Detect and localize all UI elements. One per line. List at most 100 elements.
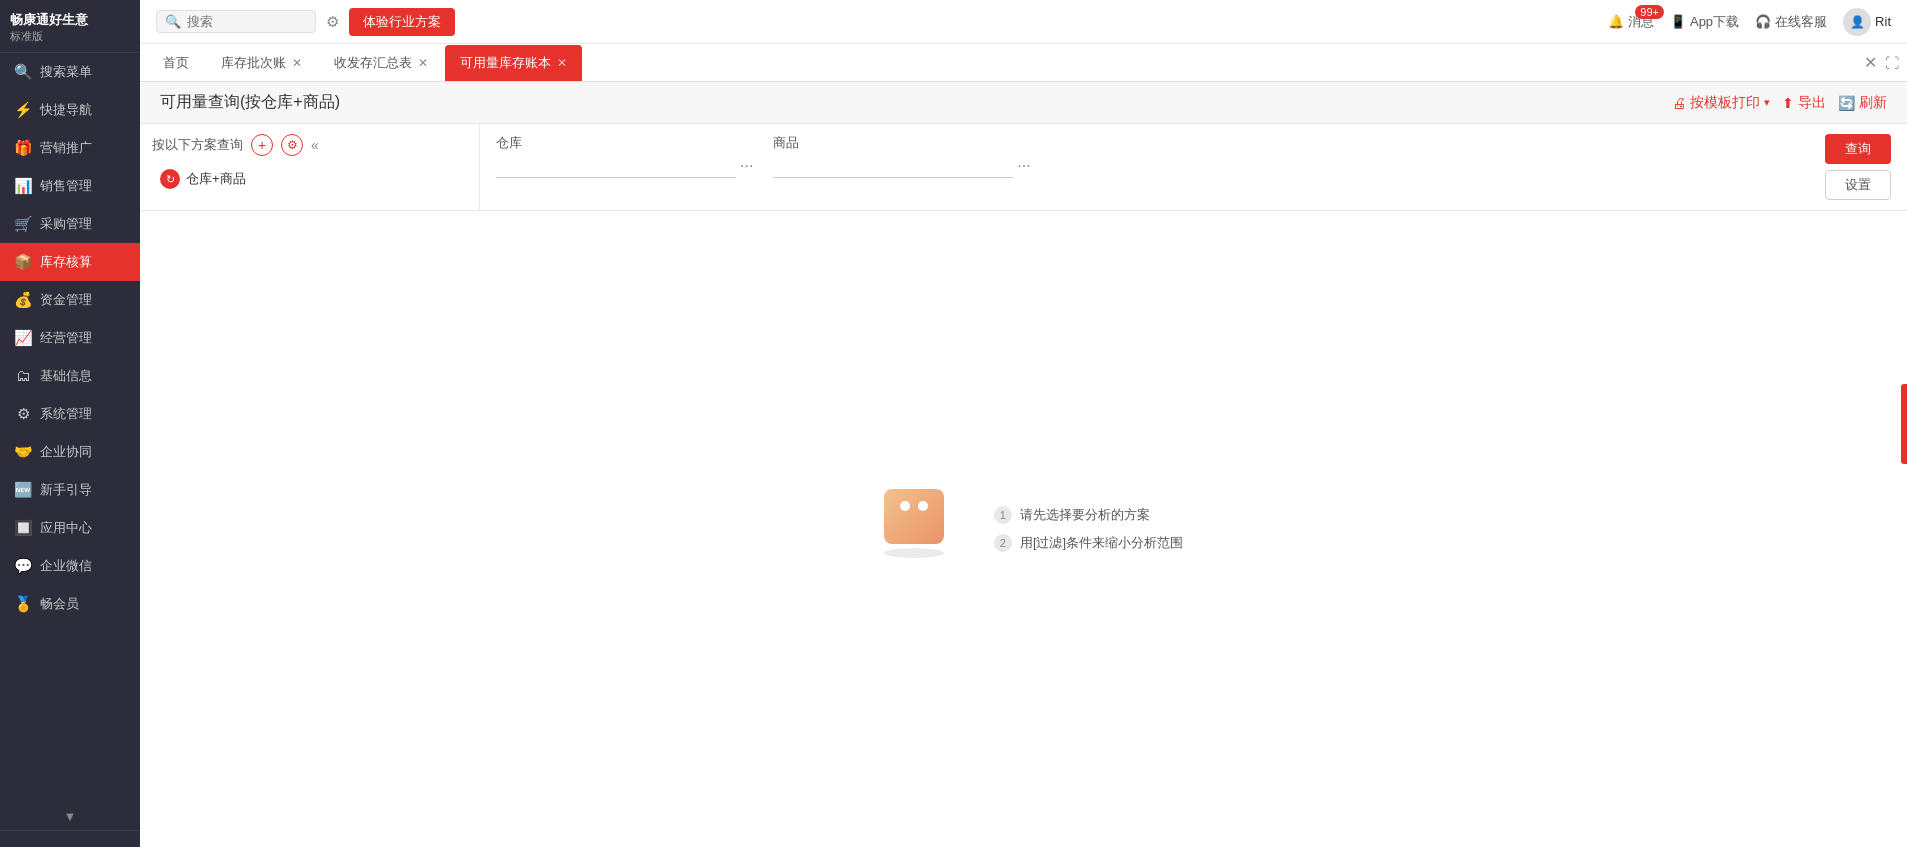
warehouse-field: 仓库 ···: [496, 134, 753, 178]
tab-label: 库存批次账: [221, 54, 286, 72]
sidebar-item-inventory[interactable]: 📦 库存核算: [0, 243, 140, 281]
purchase-icon: 🛒: [14, 215, 32, 233]
inventory-icon: 📦: [14, 253, 32, 271]
warehouse-input[interactable]: [496, 156, 736, 178]
phone-icon: 📱: [1670, 14, 1686, 29]
export-btn[interactable]: ⬆ 导出: [1782, 94, 1826, 112]
filter-scheme-label: 按以下方案查询: [152, 136, 243, 154]
refresh-icon: 🔄: [1838, 95, 1855, 111]
warehouse-label: 仓库: [496, 134, 753, 152]
tab-bar-actions: ✕ ⛶: [1864, 53, 1899, 72]
app-subtitle: 标准版: [10, 29, 130, 44]
sidebar-item-app-center[interactable]: 🔲 应用中心: [0, 509, 140, 547]
sidebar-item-finance[interactable]: 💰 资金管理: [0, 281, 140, 319]
tab-label: 收发存汇总表: [334, 54, 412, 72]
scheme-item-warehouse-goods[interactable]: ↻ 仓库+商品: [152, 164, 467, 194]
hint-item-1: 1 请先选择要分析的方案: [994, 506, 1183, 524]
online-service-btn[interactable]: 🎧 在线客服: [1755, 13, 1827, 31]
industry-btn[interactable]: 体验行业方案: [349, 8, 455, 36]
collapse-btn[interactable]: «: [311, 137, 319, 153]
avatar: 👤: [1843, 8, 1871, 36]
filter-header: 按以下方案查询 + ⚙ «: [152, 134, 467, 156]
hint-text-1: 请先选择要分析的方案: [1020, 506, 1150, 524]
filter-fields: 仓库 ··· 商品 ··· 查询 设置: [480, 124, 1907, 210]
topbar: 🔍 ⚙ 体验行业方案 🔔 消息 99+ 📱 App下载 🎧 在线客服 👤: [140, 0, 1907, 44]
wechat-icon: 💬: [14, 557, 32, 575]
goods-more-icon[interactable]: ···: [1017, 157, 1030, 178]
empty-state-inner: 1 请先选择要分析的方案 2 用[过滤]条件来缩小分析范围: [864, 479, 1183, 579]
close-window-icon[interactable]: ✕: [1864, 53, 1877, 72]
content-area: 可用量查询(按仓库+商品) 🖨 按模板打印 ▾ ⬆ 导出 🔄 刷新: [140, 82, 1907, 847]
app-download-btn[interactable]: 📱 App下载: [1670, 13, 1739, 31]
tab-close-icon[interactable]: ✕: [292, 56, 302, 70]
sidebar-item-guide[interactable]: 🆕 新手引导: [0, 471, 140, 509]
sidebar-item-label: 系统管理: [40, 405, 92, 423]
goods-input[interactable]: [773, 156, 1013, 178]
sidebar-item-sales[interactable]: 📊 销售管理: [0, 167, 140, 205]
sidebar-item-label: 应用中心: [40, 519, 92, 537]
sidebar-item-label: 库存核算: [40, 253, 92, 271]
settings-button[interactable]: 设置: [1825, 170, 1891, 200]
page-title: 可用量查询(按仓库+商品): [160, 92, 340, 113]
query-button[interactable]: 查询: [1825, 134, 1891, 164]
sidebar-item-search[interactable]: 🔍 搜索菜单: [0, 53, 140, 91]
sidebar-item-shortcuts[interactable]: ⚡ 快捷导航: [0, 91, 140, 129]
sidebar-item-basic-info[interactable]: 🗂 基础信息: [0, 357, 140, 395]
sidebar-item-system[interactable]: ⚙ 系统管理: [0, 395, 140, 433]
tab-receipt-summary[interactable]: 收发存汇总表 ✕: [319, 45, 443, 81]
guide-icon: 🆕: [14, 481, 32, 499]
hint-text-2: 用[过滤]条件来缩小分析范围: [1020, 534, 1183, 552]
system-icon: ⚙: [14, 405, 32, 423]
sidebar-bottom: [0, 830, 140, 847]
online-service-label: 在线客服: [1775, 13, 1827, 31]
tab-batch-ledger[interactable]: 库存批次账 ✕: [206, 45, 317, 81]
sidebar-item-operations[interactable]: 📈 经营管理: [0, 319, 140, 357]
robot-body: [884, 489, 944, 544]
sidebar-item-enterprise[interactable]: 🤝 企业协同: [0, 433, 140, 471]
search-input[interactable]: [187, 14, 287, 29]
tab-close-icon[interactable]: ✕: [418, 56, 428, 70]
settings-scheme-btn[interactable]: ⚙: [281, 134, 303, 156]
sidebar-item-label: 经营管理: [40, 329, 92, 347]
refresh-label: 刷新: [1859, 94, 1887, 112]
hint-number-1: 1: [994, 506, 1012, 524]
topbar-search-box[interactable]: 🔍: [156, 10, 316, 33]
export-icon: ⬆: [1782, 95, 1794, 111]
goods-label: 商品: [773, 134, 1030, 152]
robot-eyes: [884, 489, 944, 511]
sidebar-item-marketing[interactable]: 🎁 营销推广: [0, 129, 140, 167]
user-profile[interactable]: 👤 Rit: [1843, 8, 1891, 36]
app-title: 畅康通好生意: [10, 12, 130, 29]
search-icon: 🔍: [14, 63, 32, 81]
warehouse-more-icon[interactable]: ···: [740, 157, 753, 178]
robot-shadow: [884, 548, 944, 558]
search-icon: 🔍: [165, 14, 181, 29]
filter-panel: 按以下方案查询 + ⚙ « ↻ 仓库+商品 仓库 ···: [140, 124, 1907, 211]
sidebar-item-label: 新手引导: [40, 481, 92, 499]
hint-item-2: 2 用[过滤]条件来缩小分析范围: [994, 534, 1183, 552]
gear-icon[interactable]: ⚙: [326, 13, 339, 31]
operations-icon: 📈: [14, 329, 32, 347]
sidebar-scroll-down[interactable]: ▼: [0, 803, 140, 830]
tab-label: 可用量库存账本: [460, 54, 551, 72]
messages-badge: 99+: [1635, 5, 1664, 19]
robot-eye-left: [900, 501, 910, 511]
add-scheme-btn[interactable]: +: [251, 134, 273, 156]
chevron-down-icon: ▾: [1764, 96, 1770, 109]
sidebar-item-membership[interactable]: 🏅 畅会员: [0, 585, 140, 623]
sidebar-item-label: 基础信息: [40, 367, 92, 385]
export-label: 导出: [1798, 94, 1826, 112]
sidebar-item-label: 畅会员: [40, 595, 79, 613]
messages-btn[interactable]: 🔔 消息 99+: [1608, 13, 1654, 31]
print-btn[interactable]: 🖨 按模板打印 ▾: [1672, 94, 1770, 112]
tab-close-icon[interactable]: ✕: [557, 56, 567, 70]
sidebar-item-wechat[interactable]: 💬 企业微信: [0, 547, 140, 585]
tab-bar: 首页 库存批次账 ✕ 收发存汇总表 ✕ 可用量库存账本 ✕ ✕ ⛶: [140, 44, 1907, 82]
refresh-btn[interactable]: 🔄 刷新: [1838, 94, 1887, 112]
expand-icon[interactable]: ⛶: [1885, 55, 1899, 71]
tab-available-ledger[interactable]: 可用量库存账本 ✕: [445, 45, 582, 81]
tab-home[interactable]: 首页: [148, 45, 204, 81]
filter-schemes: 按以下方案查询 + ⚙ « ↻ 仓库+商品: [140, 124, 480, 210]
sidebar-item-purchase[interactable]: 🛒 采购管理: [0, 205, 140, 243]
goods-field: 商品 ···: [773, 134, 1030, 178]
